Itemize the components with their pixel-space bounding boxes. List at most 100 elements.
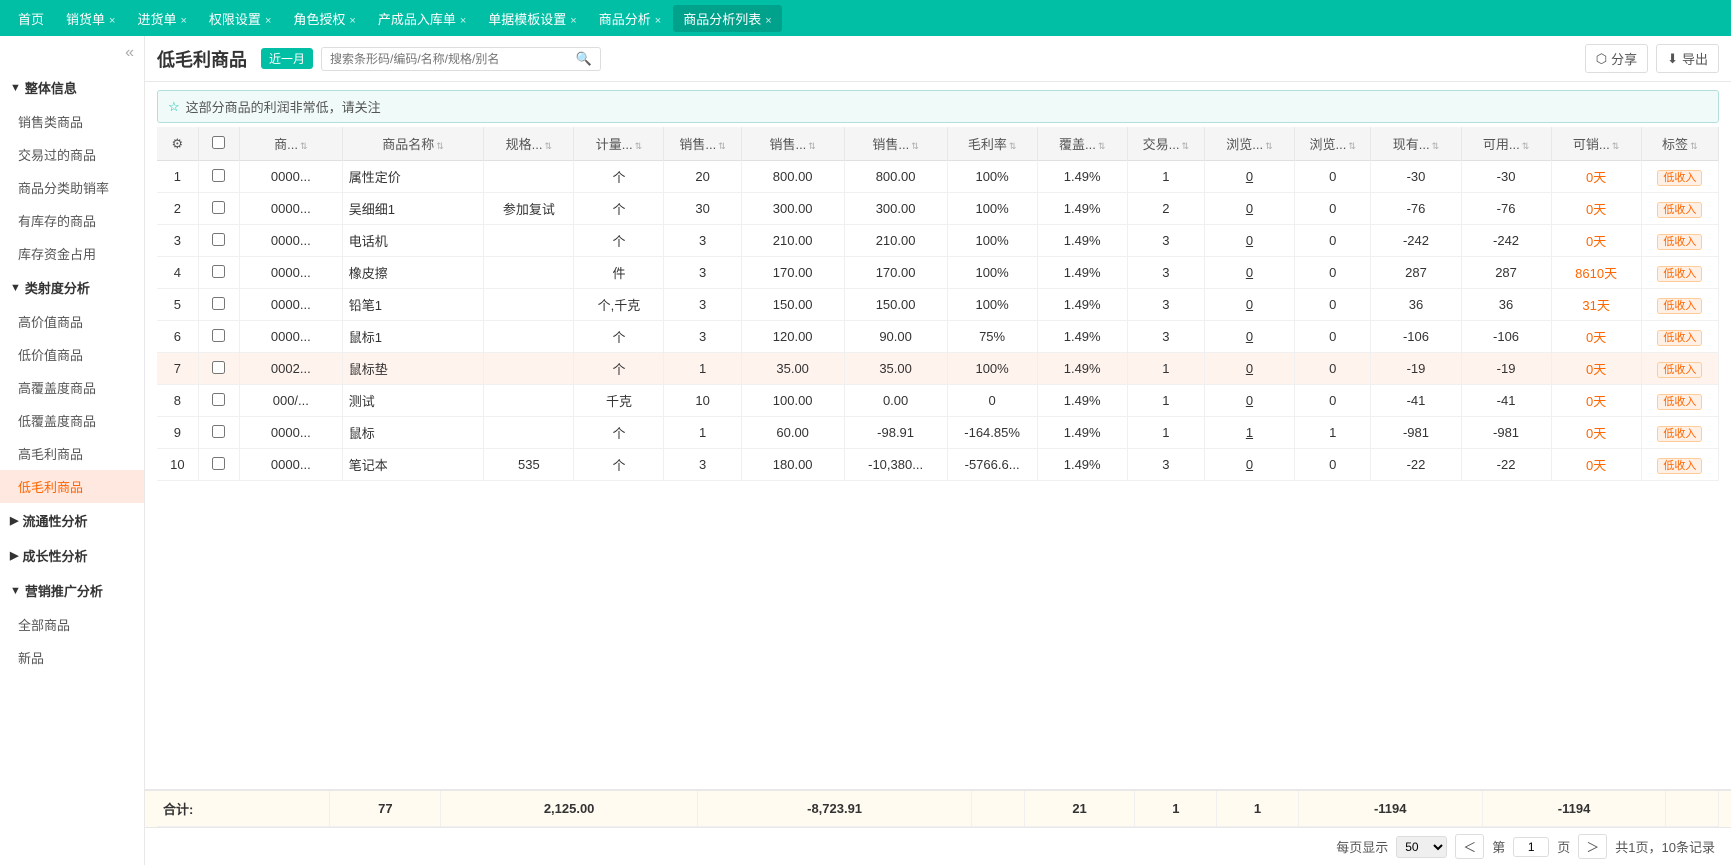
sidebar-item-4-1[interactable]: 新品 [0,641,144,674]
col-header-sales_price[interactable]: 销售...⇅ [741,127,844,161]
col-header-sales_profit[interactable]: 销售...⇅ [844,127,947,161]
row-checkbox[interactable] [198,385,239,417]
sort-icon-sales_price[interactable]: ⇅ [808,141,816,151]
sidebar-item-4-0[interactable]: 全部商品 [0,608,144,641]
row-checkbox[interactable] [198,449,239,481]
sort-icon-coverage[interactable]: ⇅ [1098,141,1106,151]
row-view1[interactable]: 0 [1204,193,1294,225]
row-checkbox[interactable] [198,225,239,257]
view-link[interactable]: 0 [1246,361,1253,376]
row-checkbox-input[interactable] [212,233,225,246]
sidebar-item-1-3[interactable]: 低覆盖度商品 [0,404,144,437]
col-header-stock_now[interactable]: 现有...⇅ [1371,127,1461,161]
filter-tab[interactable]: 近一月 [261,48,313,69]
row-checkbox-input[interactable] [212,201,225,214]
col-header-settings[interactable]: ⚙ [157,127,198,161]
view-link[interactable]: 0 [1246,329,1253,344]
sidebar-item-0-1[interactable]: 交易过的商品 [0,138,144,171]
col-header-stock_avail[interactable]: 可用...⇅ [1461,127,1551,161]
row-view1[interactable]: 0 [1204,449,1294,481]
sort-icon-unit[interactable]: ⇅ [635,141,643,151]
sidebar-item-1-4[interactable]: 高毛利商品 [0,437,144,470]
row-checkbox-input[interactable] [212,361,225,374]
sort-icon-code[interactable]: ⇅ [300,141,308,151]
col-header-unit[interactable]: 计量...⇅ [574,127,664,161]
sort-icon-stock_now[interactable]: ⇅ [1432,141,1440,151]
col-header-sellable[interactable]: 可销...⇅ [1551,127,1641,161]
sort-icon-trade[interactable]: ⇅ [1181,141,1189,151]
nav-close-icon[interactable]: × [109,15,115,27]
sort-icon-view1[interactable]: ⇅ [1265,141,1273,151]
col-header-sales_qty[interactable]: 销售...⇅ [664,127,741,161]
share-button[interactable]: ⬡ 分享 [1585,44,1648,73]
sidebar-item-1-5[interactable]: 低毛利商品 [0,470,144,503]
sidebar-item-1-2[interactable]: 高覆盖度商品 [0,371,144,404]
search-input[interactable] [330,52,576,66]
col-header-view1[interactable]: 浏览...⇅ [1204,127,1294,161]
sort-icon-view2[interactable]: ⇅ [1348,141,1356,151]
sidebar-section-1[interactable]: ▼ 类射度分析 [0,270,144,305]
nav-item-角色授权[interactable]: 角色授权× [283,5,365,32]
sort-icon-stock_avail[interactable]: ⇅ [1522,141,1530,151]
col-header-name[interactable]: 商品名称⇅ [342,127,484,161]
nav-item-销货单[interactable]: 销货单× [56,5,125,32]
select-all-checkbox[interactable] [212,136,225,149]
row-view1[interactable]: 0 [1204,257,1294,289]
col-header-view2[interactable]: 浏览...⇅ [1295,127,1371,161]
view-link[interactable]: 0 [1246,265,1253,280]
row-checkbox[interactable] [198,257,239,289]
view-link[interactable]: 0 [1246,201,1253,216]
view-link[interactable]: 1 [1246,425,1253,440]
col-header-gross_margin[interactable]: 毛利率⇅ [947,127,1037,161]
sidebar-section-2[interactable]: ▶ 流通性分析 [0,503,144,538]
sort-icon-gross_margin[interactable]: ⇅ [1009,141,1017,151]
row-checkbox[interactable] [198,289,239,321]
nav-item-权限设置[interactable]: 权限设置× [199,5,281,32]
row-checkbox-input[interactable] [212,265,225,278]
row-view1[interactable]: 1 [1204,417,1294,449]
sidebar-item-0-3[interactable]: 有库存的商品 [0,204,144,237]
nav-item-首页[interactable]: 首页 [8,5,54,32]
row-checkbox[interactable] [198,193,239,225]
row-checkbox[interactable] [198,321,239,353]
sort-icon-sellable[interactable]: ⇅ [1612,141,1620,151]
sidebar-section-4[interactable]: ▼ 营销推广分析 [0,573,144,608]
view-link[interactable]: 0 [1246,457,1253,472]
settings-icon[interactable]: ⚙ [172,136,184,151]
col-header-coverage[interactable]: 覆盖...⇅ [1037,127,1127,161]
view-link[interactable]: 0 [1246,297,1253,312]
sidebar-item-0-4[interactable]: 库存资金占用 [0,237,144,270]
nav-item-单据模板设置[interactable]: 单据模板设置× [478,5,586,32]
sort-icon-spec[interactable]: ⇅ [545,141,553,151]
page-number-input[interactable] [1513,837,1549,857]
nav-item-商品分析[interactable]: 商品分析× [589,5,671,32]
row-checkbox-input[interactable] [212,169,225,182]
row-checkbox[interactable] [198,161,239,193]
view-link[interactable]: 0 [1246,169,1253,184]
row-checkbox-input[interactable] [212,425,225,438]
nav-close-icon[interactable]: × [765,15,771,27]
row-checkbox[interactable] [198,417,239,449]
nav-close-icon[interactable]: × [265,15,271,27]
row-view1[interactable]: 0 [1204,321,1294,353]
search-icon[interactable]: 🔍 [576,51,592,67]
next-page-button[interactable]: ＞ [1578,834,1607,859]
row-checkbox-input[interactable] [212,393,225,406]
col-header-code[interactable]: 商...⇅ [239,127,342,161]
nav-close-icon[interactable]: × [655,15,661,27]
row-view1[interactable]: 0 [1204,225,1294,257]
sort-icon-tag[interactable]: ⇅ [1690,141,1698,151]
col-header-trade[interactable]: 交易...⇅ [1127,127,1204,161]
sidebar-item-0-0[interactable]: 销售类商品 [0,105,144,138]
sidebar-section-3[interactable]: ▶ 成长性分析 [0,538,144,573]
table-container[interactable]: ⚙商...⇅商品名称⇅规格...⇅计量...⇅销售...⇅销售...⇅销售...… [145,127,1731,789]
export-button[interactable]: ⬇ 导出 [1656,44,1719,73]
row-checkbox-input[interactable] [212,329,225,342]
prev-page-button[interactable]: ＜ [1455,834,1484,859]
nav-close-icon[interactable]: × [180,15,186,27]
nav-item-商品分析列表[interactable]: 商品分析列表× [673,5,781,32]
col-header-spec[interactable]: 规格...⇅ [484,127,574,161]
sidebar-item-1-1[interactable]: 低价值商品 [0,338,144,371]
sidebar-collapse-button[interactable]: « [0,36,144,70]
row-checkbox[interactable] [198,353,239,385]
